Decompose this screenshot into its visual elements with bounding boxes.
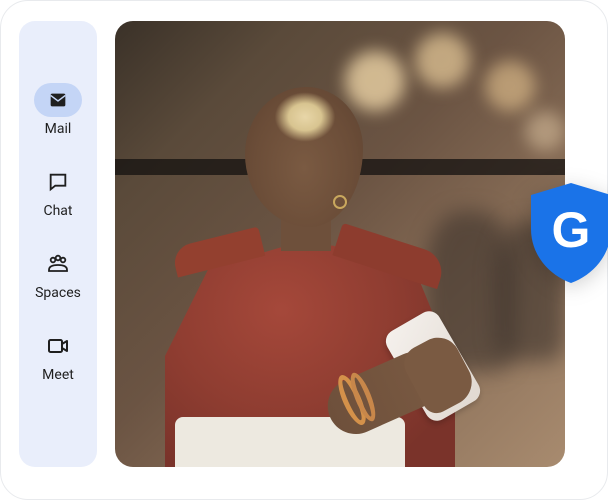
app-sidebar: Mail Chat Spaces — [19, 21, 97, 467]
sidebar-item-meet[interactable]: Meet — [34, 329, 82, 383]
chat-icon — [34, 165, 82, 199]
sidebar-item-label: Mail — [45, 121, 72, 137]
hero-image — [115, 21, 565, 467]
svg-text:G: G — [552, 202, 591, 258]
sidebar-item-mail[interactable]: Mail — [34, 83, 82, 137]
app-card: Mail Chat Spaces — [0, 0, 608, 500]
sidebar-item-label: Chat — [43, 203, 72, 219]
meet-icon — [34, 329, 82, 363]
sidebar-item-label: Spaces — [35, 285, 81, 301]
mail-icon — [34, 83, 82, 117]
sidebar-item-spaces[interactable]: Spaces — [34, 247, 82, 301]
sidebar-item-label: Meet — [42, 367, 74, 383]
google-shield-badge: G — [525, 181, 608, 285]
sidebar-item-chat[interactable]: Chat — [34, 165, 82, 219]
spaces-icon — [34, 247, 82, 281]
